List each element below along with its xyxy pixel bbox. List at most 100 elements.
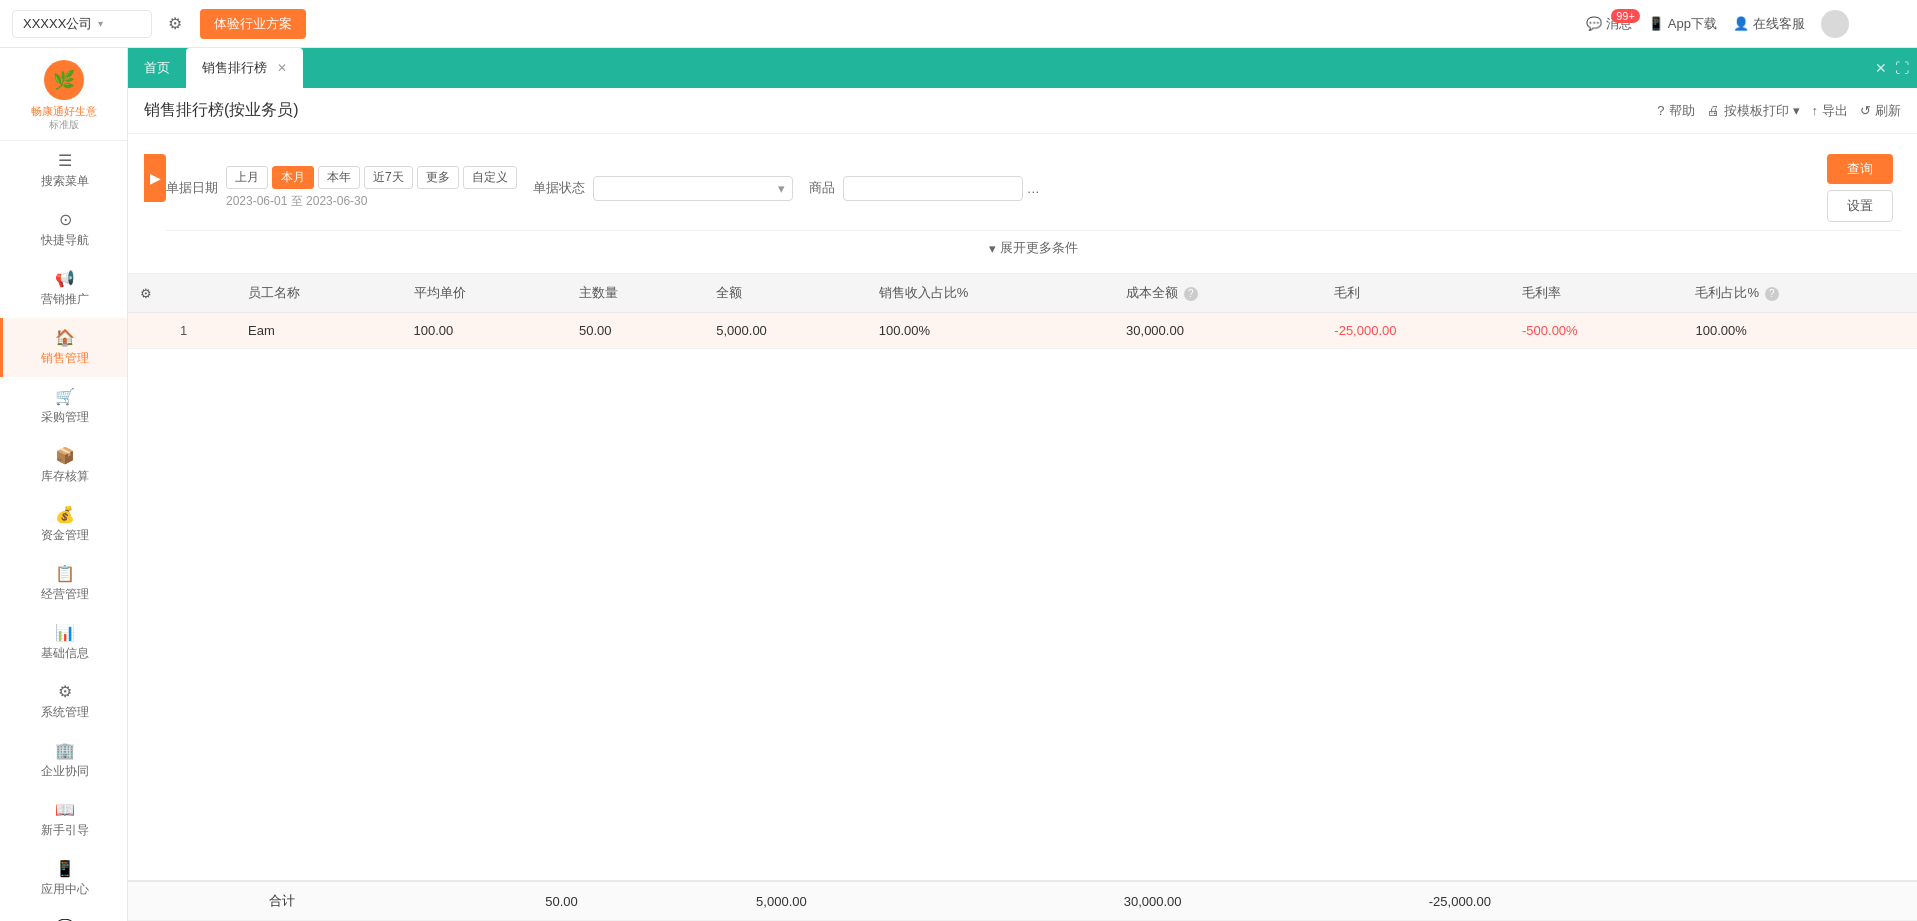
tab-bar: 首页 销售排行榜 ✕ ✕ ⛶: [128, 48, 1917, 88]
sidebar-item-sys-mgmt[interactable]: ⚙ 系统管理: [0, 672, 127, 731]
export-btn[interactable]: ↑ 导出: [1812, 102, 1849, 120]
sidebar-item-quick-nav[interactable]: ⊙ 快捷导航: [0, 200, 127, 259]
sidebar-item-operations[interactable]: 📋 经营管理: [0, 554, 127, 613]
sidebar-item-sales-mgmt[interactable]: 🏠 销售管理: [0, 318, 127, 377]
period-this-year[interactable]: 本年: [318, 166, 360, 189]
service-icon: 👤: [1733, 16, 1749, 31]
period-last-month[interactable]: 上月: [226, 166, 268, 189]
export-label: 导出: [1822, 102, 1848, 120]
cost-info-icon[interactable]: ?: [1184, 287, 1198, 301]
cell-settings: [128, 313, 168, 349]
company-selector[interactable]: XXXXX公司 ▾: [12, 10, 152, 38]
tab-close-all-icon[interactable]: ✕: [1875, 60, 1887, 76]
message-btn[interactable]: 💬 消息 99+: [1586, 15, 1632, 33]
tab-sales-rank[interactable]: 销售排行榜 ✕: [186, 48, 303, 88]
marketing-icon: 📢: [55, 269, 75, 288]
tab-maximize-icon[interactable]: ⛶: [1895, 60, 1909, 76]
date-period-group: 上月 本月 本年 近7天 更多 自定义 2023-06-01 至 2023-06…: [226, 166, 517, 210]
sidebar-item-guide[interactable]: 📖 新手引导: [0, 790, 127, 849]
refresh-btn[interactable]: ↺ 刷新: [1860, 102, 1901, 120]
goods-input[interactable]: [843, 176, 1023, 201]
cell-name: Eam: [236, 313, 402, 349]
goods-more-btn[interactable]: …: [1027, 181, 1040, 196]
filter-section: ▶ 单据日期 上月 本月: [144, 146, 1901, 261]
tab-home-label: 首页: [144, 59, 170, 77]
trial-button[interactable]: 体验行业方案: [200, 9, 306, 39]
sys-mgmt-icon: ⚙: [58, 682, 72, 701]
finance-icon: 💰: [55, 505, 75, 524]
sidebar-item-label: 采购管理: [41, 409, 89, 426]
company-name: XXXXX公司: [23, 15, 92, 33]
summary-sales-pct: [1022, 882, 1111, 921]
chevron-down-icon: ▾: [98, 18, 103, 29]
print-btn[interactable]: 🖨 按模板打印 ▾: [1707, 102, 1800, 120]
col-settings[interactable]: ⚙: [128, 274, 168, 313]
filter-collapse-arrow[interactable]: ▶: [144, 154, 166, 202]
period-more[interactable]: 更多: [417, 166, 459, 189]
profit-pct-info-icon[interactable]: ?: [1765, 287, 1779, 301]
date-filter-item: 单据日期 上月 本月 本年 近7天 更多 自定义: [166, 166, 517, 210]
print-dropdown-icon: ▾: [1793, 103, 1800, 118]
period-7days[interactable]: 近7天: [364, 166, 413, 189]
sidebar-item-marketing[interactable]: 📢 营销推广: [0, 259, 127, 318]
col-profit: 毛利: [1322, 274, 1510, 313]
expand-conditions-btn[interactable]: ▾ 展开更多条件: [989, 239, 1078, 257]
online-service-btn[interactable]: 👤 在线客服: [1733, 15, 1805, 33]
query-button[interactable]: 查询: [1827, 154, 1893, 184]
date-filter-label: 单据日期: [166, 179, 218, 197]
cell-amount: 5,000.00: [704, 313, 866, 349]
sidebar-item-inventory[interactable]: 📦 库存核算: [0, 436, 127, 495]
refresh-icon: ↺: [1860, 103, 1871, 118]
sidebar-item-wechat[interactable]: 💬 企业微信: [0, 908, 127, 921]
filter-row: 单据日期 上月 本月 本年 近7天 更多 自定义: [166, 146, 1901, 230]
sidebar-item-enterprise[interactable]: 🏢 企业协同: [0, 731, 127, 790]
tab-home[interactable]: 首页: [128, 48, 186, 88]
sidebar-item-label: 资金管理: [41, 527, 89, 544]
cell-main-qty: 50.00: [567, 313, 704, 349]
col-profit-rate: 毛利率: [1510, 274, 1683, 313]
print-icon: 🖨: [1707, 103, 1720, 118]
logo-text: 畅康通好生意: [31, 104, 97, 118]
right-action-btns: 查询 设置: [1827, 146, 1901, 230]
sidebar-item-app-center[interactable]: 📱 应用中心: [0, 849, 127, 908]
sales-mgmt-icon: 🏠: [55, 328, 75, 347]
sidebar-item-search-order[interactable]: ☰ 搜索菜单: [0, 141, 127, 200]
table-settings-button[interactable]: 设置: [1827, 190, 1893, 222]
table-body: 1 Eam 100.00 50.00 5,000.00 100.00% 30,0…: [128, 313, 1917, 349]
col-sales-pct: 销售收入占比%: [867, 274, 1114, 313]
tab-close-icon[interactable]: ✕: [277, 61, 287, 75]
sidebar-item-purchase-mgmt[interactable]: 🛒 采购管理: [0, 377, 127, 436]
logo-sub: 标准版: [49, 118, 79, 132]
col-profit-pct: 毛利占比% ?: [1683, 274, 1917, 313]
message-badge: 99+: [1611, 9, 1640, 23]
app-download-btn[interactable]: 📱 App下载: [1648, 15, 1717, 33]
sidebar-item-finance[interactable]: 💰 资金管理: [0, 495, 127, 554]
sidebar-item-basic-info[interactable]: 📊 基础信息: [0, 613, 127, 672]
filter-toggle-row: ▾ 展开更多条件: [166, 230, 1901, 261]
app-container: XXXXX公司 ▾ ⚙ 体验行业方案 💬 消息 99+ 📱 App下载 👤 在线…: [0, 0, 1917, 921]
table-row: 1 Eam 100.00 50.00 5,000.00 100.00% 30,0…: [128, 313, 1917, 349]
cell-profit-rate: -500.00%: [1510, 313, 1683, 349]
page-header-actions: ? 帮助 🖨 按模板打印 ▾ ↑ 导出 ↺: [1657, 102, 1901, 120]
print-label: 按模板打印: [1724, 102, 1789, 120]
settings-icon-btn[interactable]: ⚙: [160, 9, 190, 39]
avatar[interactable]: [1821, 10, 1849, 38]
goods-input-wrapper: …: [843, 176, 1040, 201]
cell-rank: 1: [168, 313, 236, 349]
sidebar-item-label: 应用中心: [41, 881, 89, 898]
col-cost-amount: 成本全额 ?: [1114, 274, 1322, 313]
period-custom[interactable]: 自定义: [463, 166, 517, 189]
sidebar-item-label: 搜索菜单: [41, 173, 89, 190]
tab-bar-actions: ✕ ⛶: [1875, 60, 1917, 76]
refresh-label: 刷新: [1875, 102, 1901, 120]
cell-sales-pct: 100.00%: [867, 313, 1114, 349]
sidebar-item-label: 基础信息: [41, 645, 89, 662]
status-select[interactable]: [593, 176, 793, 201]
filter-inner: 单据日期 上月 本月 本年 近7天 更多 自定义: [166, 146, 1901, 261]
period-this-month[interactable]: 本月: [272, 166, 314, 189]
help-btn[interactable]: ? 帮助: [1657, 102, 1694, 120]
content-area: 首页 销售排行榜 ✕ ✕ ⛶ 销售排行榜(按业务员): [128, 48, 1917, 921]
cell-avg-price: 100.00: [402, 313, 568, 349]
sidebar-item-label: 企业协同: [41, 763, 89, 780]
summary-profit-pct: [1827, 882, 1917, 921]
